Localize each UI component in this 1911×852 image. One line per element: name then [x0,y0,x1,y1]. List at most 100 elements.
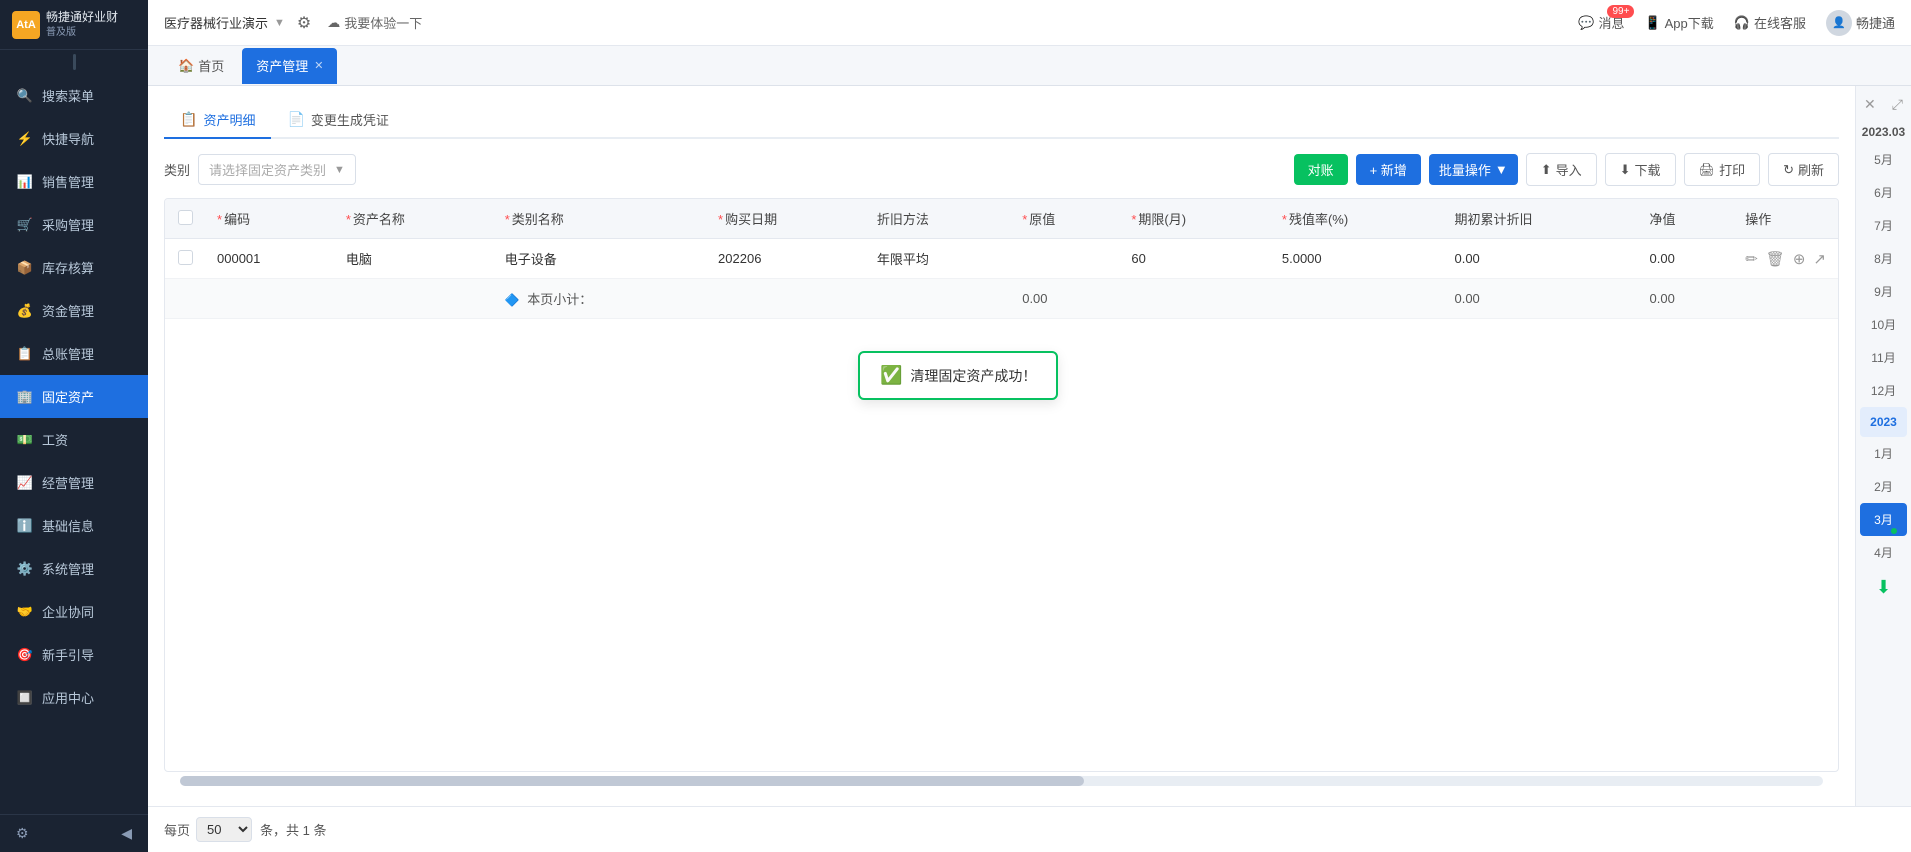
tab-asset-mgmt[interactable]: 资产管理 ✕ [242,48,337,84]
month-item-5[interactable]: 5月 [1856,143,1911,176]
more-icon[interactable]: ↗ [1813,250,1826,268]
sidebar-item-quick-nav[interactable]: ⚡ 快捷导航 [0,117,148,160]
scrollbar-thumb [180,776,1084,786]
category-filter-arrow: ▼ [334,164,345,176]
tabs-bar: 🏠 首页 资产管理 ✕ [148,46,1911,86]
bell-icon: 💬 [1578,15,1594,31]
tab-close-icon[interactable]: ✕ [314,59,323,72]
new-button[interactable]: + 新增 [1356,154,1421,185]
sidebar-item-payroll[interactable]: 💵 工资 [0,418,148,461]
online-service-button[interactable]: 🎧 在线客服 [1734,13,1806,32]
delete-icon[interactable]: 🗑 [1766,250,1785,268]
category-filter-label: 类别 [164,160,190,179]
horizontal-scrollbar[interactable] [180,776,1823,786]
month-item-7[interactable]: 7月 [1856,209,1911,242]
sidebar-item-operations[interactable]: 📈 经营管理 [0,461,148,504]
batch-button[interactable]: 批量操作 ▼ [1429,154,1518,185]
month-item-9[interactable]: 9月 [1856,275,1911,308]
topbar: 医疗器械行业演示 ▼ ⚙ ☁ 我要体验一下 💬 消息 99+ 📱 App下载 🎧… [148,0,1911,46]
sidebar-item-guide[interactable]: 🎯 新手引导 [0,633,148,676]
sidebar-item-app-center[interactable]: 🔲 应用中心 [0,676,148,719]
company-selector[interactable]: 医疗器械行业演示 ▼ [164,13,285,32]
month-item-3-current[interactable]: 3月 [1860,503,1907,536]
header-depreciation-method: 折旧方法 [865,199,1010,239]
month-item-8[interactable]: 8月 [1856,242,1911,275]
purchase-icon: 🛒 [16,216,34,234]
download-button[interactable]: ⬇ 下载 [1605,153,1676,186]
refresh-button[interactable]: ↻ 刷新 [1768,153,1839,186]
month-item-12[interactable]: 12月 [1856,374,1911,407]
sidebar-item-funds[interactable]: 💰 资金管理 [0,289,148,332]
import-button[interactable]: ⬆ 导入 [1526,153,1597,186]
collapse-sidebar-icon[interactable]: ◀ [121,825,132,842]
sidebar-item-sales[interactable]: 📊 销售管理 [0,160,148,203]
sidebar-item-inventory[interactable]: 📦 库存核算 [0,246,148,289]
table-header-row: *编码 *资产名称 *类别名称 *购买日期 折旧方法 *原值 *期限(月) *残… [165,199,1838,239]
month-item-10[interactable]: 10月 [1856,308,1911,341]
right-panel: ✕ ⤢ 2023.03 5月 6月 7月 8月 9月 10月 11月 12月 2… [1855,86,1911,806]
reconcile-button[interactable]: 对账 [1294,154,1348,185]
panel-close-icon[interactable]: ✕ [1864,96,1876,113]
import-icon: ⬆ [1541,162,1552,178]
home-icon: 🏠 [178,58,194,74]
sidebar-nav: 🔍 搜索菜单 ⚡ 快捷导航 📊 销售管理 🛒 采购管理 📦 库存核算 💰 资金管… [0,50,148,814]
row-checkbox[interactable] [178,250,193,265]
row-name: 电脑 [334,239,493,279]
app-download-button[interactable]: 📱 App下载 [1644,13,1713,32]
sidebar-item-enterprise[interactable]: 🤝 企业协同 [0,590,148,633]
edit-icon[interactable]: ✏ [1745,250,1758,268]
experience-button[interactable]: ☁ 我要体验一下 [327,13,422,32]
panel-expand-icon[interactable]: ⤢ [1892,96,1903,113]
download-icon: 📱 [1644,15,1660,31]
panel-down-icon[interactable]: ⬇ [1876,577,1891,598]
per-page-select[interactable]: 50 100 200 [196,817,252,842]
topbar-settings-icon[interactable]: ⚙ [297,13,311,33]
sidebar-item-sys-mgmt[interactable]: ⚙️ 系统管理 [0,547,148,590]
select-all-checkbox[interactable] [178,210,193,225]
row-checkbox-cell [165,239,205,279]
header-action: 操作 [1733,199,1838,239]
month-item-1[interactable]: 1月 [1856,437,1911,470]
payroll-icon: 💵 [16,431,34,449]
tab-home[interactable]: 🏠 首页 [164,48,238,84]
category-filter-dropdown[interactable]: 请选择固定资产类别 ▼ [198,154,356,185]
month-item-2[interactable]: 2月 [1856,470,1911,503]
sidebar-item-ledger[interactable]: 📋 总账管理 [0,332,148,375]
sidebar-item-search[interactable]: 🔍 搜索菜单 [0,74,148,117]
copy-icon[interactable]: ⊕ [1793,250,1806,268]
settings-icon[interactable]: ⚙ [16,825,29,842]
notification-badge: 99+ [1607,5,1634,18]
table-row: 000001 电脑 电子设备 202206 年限平均 60 5.0000 0.0… [165,239,1838,279]
voucher-icon: 📄 [287,111,304,128]
inventory-icon: 📦 [16,259,34,277]
sub-tab-voucher-gen[interactable]: 📄 变更生成凭证 [271,102,404,139]
row-code: 000001 [205,239,334,279]
row-period: 60 [1119,239,1270,279]
subtotal-net-value: 0.00 [1638,279,1734,319]
sub-tab-asset-list[interactable]: 📋 资产明细 [164,102,271,139]
header-code: *编码 [205,199,334,239]
quick-nav-icon: ⚡ [16,130,34,148]
enterprise-icon: 🤝 [16,603,34,621]
month-item-6[interactable]: 6月 [1856,176,1911,209]
asset-list-icon: 📋 [180,111,197,128]
batch-arrow-icon: ▼ [1495,162,1508,177]
subtotal-row: 🔷 本页小计： 0.00 0.00 0.00 [165,279,1838,319]
check-icon: ✅ [880,365,902,386]
header-net-value: 净值 [1638,199,1734,239]
notification-button[interactable]: 💬 消息 99+ [1578,13,1624,32]
app-center-icon: 🔲 [16,689,34,707]
sidebar-item-fixed-assets[interactable]: 🏢 固定资产 [0,375,148,418]
logo-text: 畅捷通好业财 普及版 [46,10,118,39]
sidebar-item-basic-info[interactable]: ℹ️ 基础信息 [0,504,148,547]
subtotal-original-value: 0.00 [1010,279,1119,319]
topbar-right: 💬 消息 99+ 📱 App下载 🎧 在线客服 👤 畅捷通 [1578,10,1895,36]
sidebar-bottom: ⚙ ◀ [0,814,148,852]
print-button[interactable]: 🖨 打印 [1684,153,1761,186]
month-item-11[interactable]: 11月 [1856,341,1911,374]
download-icon: ⬇ [1620,162,1631,178]
month-item-4[interactable]: 4月 [1856,536,1911,569]
row-residual-rate: 5.0000 [1270,239,1443,279]
sidebar-item-purchase[interactable]: 🛒 采购管理 [0,203,148,246]
user-profile[interactable]: 👤 畅捷通 [1826,10,1895,36]
